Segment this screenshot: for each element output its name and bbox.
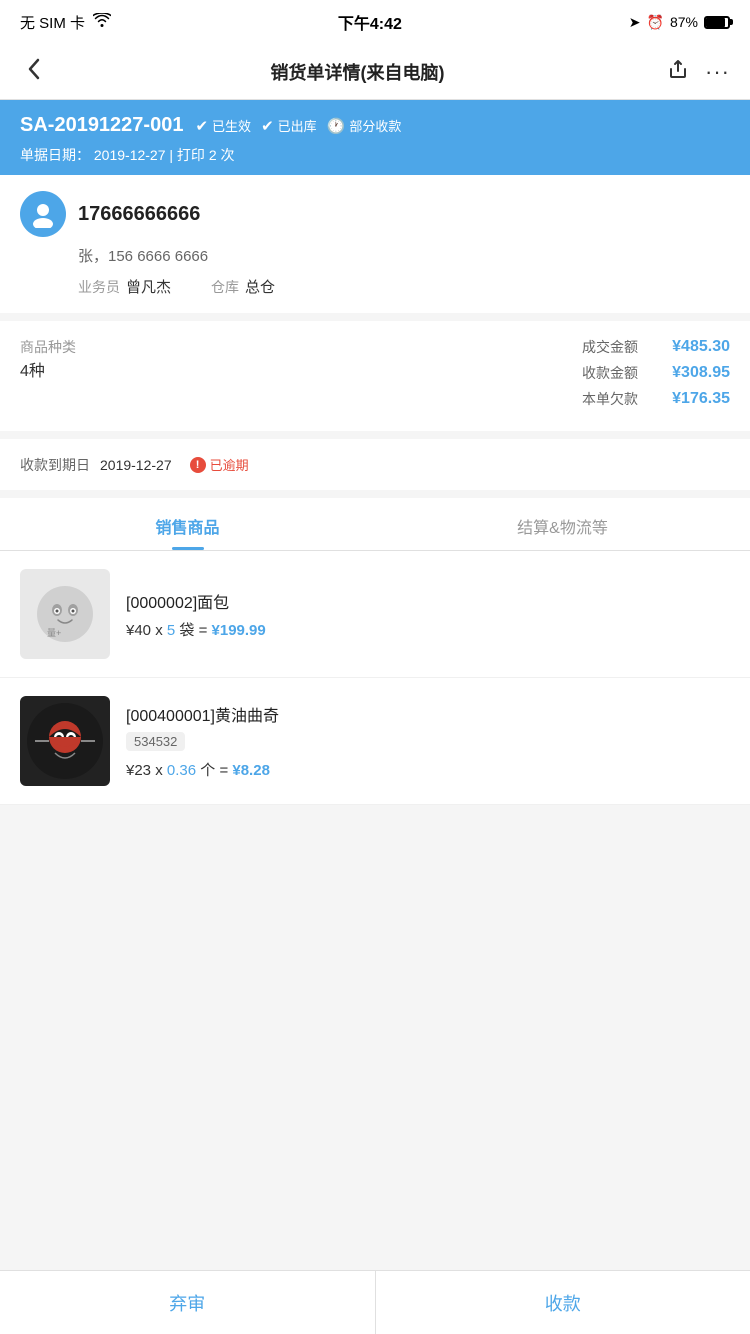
nav-bar: 销货单详情(来自电脑) ··· <box>0 44 750 100</box>
category-label: 商品种类 <box>20 337 76 357</box>
owed-value: ¥176.35 <box>650 390 730 408</box>
order-date: 2019-12-27 <box>94 147 166 163</box>
share-icon[interactable] <box>667 58 689 86</box>
status-right: ➤ ⏰ 87% <box>629 14 730 31</box>
customer-name: 17666666666 <box>78 203 200 226</box>
product-qty-1: 5 <box>167 622 175 639</box>
product-qty-2: 0.36 <box>167 762 196 779</box>
clock-icon: 🕐 <box>327 117 346 135</box>
status-partial-payment: 🕐 部分收款 <box>327 116 402 135</box>
sales-meta: 业务员 曾凡杰 <box>78 276 171 297</box>
status-time: 下午4:42 <box>338 10 402 34</box>
received-label: 收款金额 <box>582 363 638 383</box>
product-info-1: [0000002]面包 ¥40 x 5 袋 = ¥199.99 <box>126 589 730 640</box>
products-section: 量+ [0000002]面包 ¥40 x 5 袋 = ¥199.99 <box>0 551 750 805</box>
battery-text: 87% <box>670 14 698 30</box>
received-row: 收款金额 ¥308.95 <box>582 363 730 383</box>
customer-row: 17666666666 <box>20 191 730 237</box>
summary-right: 成交金额 ¥485.30 收款金额 ¥308.95 本单欠款 ¥176.35 <box>582 337 730 415</box>
print-count-value: 2 <box>209 147 217 163</box>
date-label: 单据日期： <box>20 147 90 163</box>
due-date-section: 收款到期日 2019-12-27 ! 已逾期 <box>0 439 750 490</box>
confirm-button[interactable]: 收款 <box>376 1271 750 1334</box>
tabs-row: 销售商品 结算&物流等 <box>0 498 750 550</box>
overdue-text: 已逾期 <box>210 455 249 474</box>
overdue-badge: ! 已逾期 <box>182 453 257 476</box>
bottom-bar: 弃审 收款 <box>0 1270 750 1334</box>
customer-contact: 张，156 6666 6666 <box>20 245 730 266</box>
overdue-icon: ! <box>190 457 206 473</box>
customer-section: 17666666666 张，156 6666 6666 业务员 曾凡杰 仓库 总… <box>0 175 750 313</box>
product-item-2: [000400001]黄油曲奇 534532 ¥23 x 0.36 个 = ¥8… <box>0 678 750 805</box>
cancel-button[interactable]: 弃审 <box>0 1271 376 1334</box>
wifi-icon <box>93 13 111 31</box>
order-id: SA-20191227-001 <box>20 114 183 137</box>
more-icon[interactable]: ··· <box>705 59 730 85</box>
customer-meta: 业务员 曾凡杰 仓库 总仓 <box>20 276 730 297</box>
carrier-text: 无 SIM 卡 <box>20 12 85 33</box>
category-value: 4种 <box>20 357 76 381</box>
battery-icon <box>704 16 730 29</box>
avatar <box>20 191 66 237</box>
transaction-value: ¥485.30 <box>650 338 730 356</box>
product-item: 量+ [0000002]面包 ¥40 x 5 袋 = ¥199.99 <box>0 551 750 678</box>
print-suffix: 次 <box>221 147 235 163</box>
due-date-label: 收款到期日 <box>20 455 90 475</box>
status-tags: ✔ 已生效 ✔ 已出库 🕐 部分收款 <box>195 116 401 135</box>
back-button[interactable] <box>20 50 48 94</box>
product-sku-2: 534532 <box>126 732 185 751</box>
print-label: | 打印 <box>169 147 205 163</box>
nav-actions: ··· <box>667 58 730 86</box>
tabs-section: 销售商品 结算&物流等 <box>0 498 750 551</box>
location-icon: ➤ <box>629 14 641 31</box>
summary-left: 商品种类 4种 <box>20 337 76 381</box>
summary-section: 商品种类 4种 成交金额 ¥485.30 收款金额 ¥308.95 本单欠款 ¥… <box>0 321 750 431</box>
sales-label: 业务员 <box>78 277 120 297</box>
tab-settlement[interactable]: 结算&物流等 <box>375 498 750 550</box>
sales-value: 曾凡杰 <box>126 276 171 297</box>
tab-sales-products[interactable]: 销售商品 <box>0 498 375 550</box>
alarm-icon: ⏰ <box>647 14 664 31</box>
check-icon-2: ✔ <box>261 117 274 135</box>
product-thumb-1: 量+ <box>20 569 110 659</box>
due-date-value: 2019-12-27 <box>100 457 172 473</box>
product-name-1: [0000002]面包 <box>126 589 730 613</box>
tab-underline <box>172 547 204 550</box>
order-date-row: 单据日期： 2019-12-27 | 打印 2 次 <box>20 145 730 165</box>
status-shipped: ✔ 已出库 <box>261 116 317 135</box>
status-bar: 无 SIM 卡 下午4:42 ➤ ⏰ 87% <box>0 0 750 44</box>
warehouse-value: 总仓 <box>245 276 275 297</box>
header-banner: SA-20191227-001 ✔ 已生效 ✔ 已出库 🕐 部分收款 单据日期：… <box>0 100 750 175</box>
check-icon-1: ✔ <box>195 117 208 135</box>
product-name-2: [000400001]黄油曲奇 <box>126 702 730 726</box>
owed-row: 本单欠款 ¥176.35 <box>582 389 730 409</box>
status-effective: ✔ 已生效 <box>195 116 251 135</box>
product-total-1: ¥199.99 <box>212 622 266 639</box>
owed-label: 本单欠款 <box>582 389 638 409</box>
product-info-2: [000400001]黄油曲奇 534532 ¥23 x 0.36 个 = ¥8… <box>126 702 730 780</box>
page-title: 销货单详情(来自电脑) <box>271 59 445 85</box>
transaction-label: 成交金额 <box>582 337 638 357</box>
warehouse-label: 仓库 <box>211 277 239 297</box>
transaction-row: 成交金额 ¥485.30 <box>582 337 730 357</box>
status-left: 无 SIM 卡 <box>20 12 111 33</box>
product-price-2: ¥23 x 0.36 个 = ¥8.28 <box>126 759 730 780</box>
product-total-2: ¥8.28 <box>232 762 270 779</box>
product-price-1: ¥40 x 5 袋 = ¥199.99 <box>126 619 730 640</box>
svg-text:量+: 量+ <box>47 628 61 638</box>
warehouse-meta: 仓库 总仓 <box>211 276 275 297</box>
received-value: ¥308.95 <box>650 364 730 382</box>
product-thumb-2 <box>20 696 110 786</box>
